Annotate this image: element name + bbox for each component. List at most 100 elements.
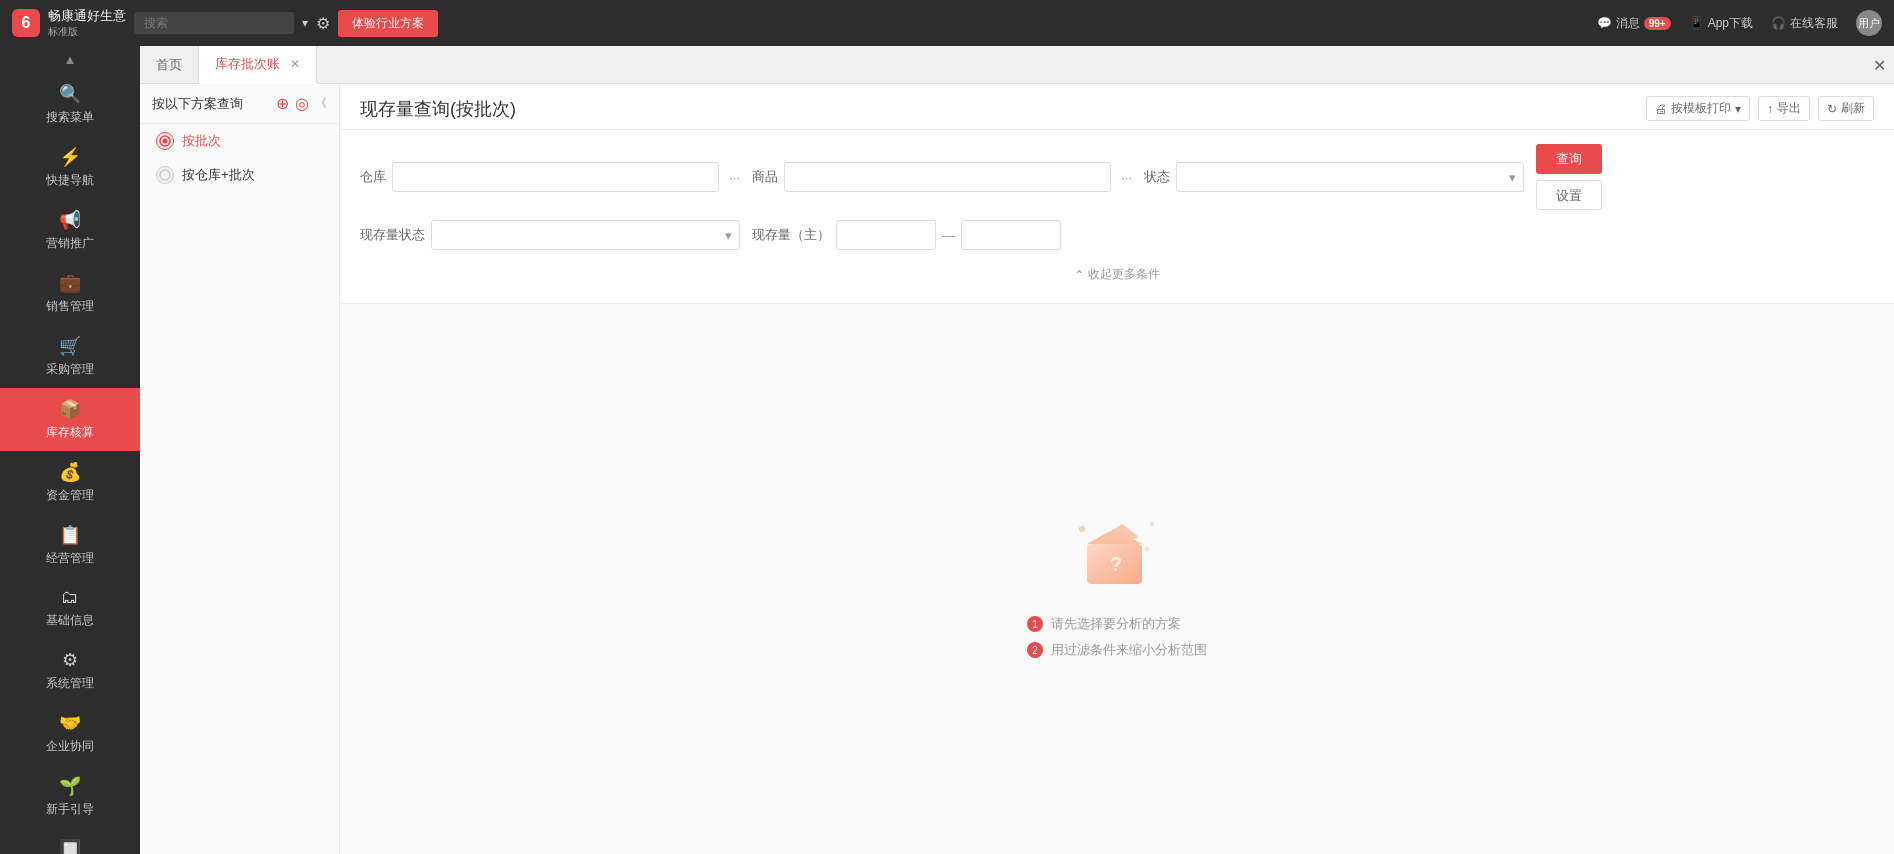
avatar: 用户 [1856, 10, 1882, 36]
refresh-icon: ↻ [1827, 102, 1837, 116]
search-menu-icon: 🔍 [59, 83, 81, 105]
sidebar-item-collab[interactable]: 🤝 企业协同 [0, 702, 140, 765]
print-btn[interactable]: 🖨 按模板打印 ▾ [1646, 96, 1750, 121]
query-btn[interactable]: 查询 [1536, 144, 1602, 174]
search-dropdown-icon[interactable]: ▾ [302, 16, 308, 30]
stock-qty-to[interactable] [961, 220, 1061, 250]
grid-icon: 🔲 [59, 838, 81, 854]
sidebar-item-finance[interactable]: 💰 资金管理 [0, 451, 140, 514]
status-select[interactable]: 启用 停用 [1176, 162, 1524, 192]
product-input[interactable] [784, 162, 1111, 192]
sidebar-item-purchase[interactable]: 🛒 采购管理 [0, 325, 140, 388]
left-panel-actions: ⊕ ◎ 《 [276, 94, 327, 113]
plan-icon-inactive [156, 166, 174, 184]
user-avatar-btn[interactable]: 用户 [1856, 10, 1882, 36]
experience-btn[interactable]: 体验行业方案 [338, 10, 438, 37]
online-service-btn[interactable]: 🎧 在线客服 [1771, 15, 1838, 32]
warehouse-filter: 仓库 ··· [360, 162, 740, 192]
main-layout: ▲ 🔍 搜索菜单 ⚡ 快捷导航 📢 营销推广 💼 销售管理 🛒 采购管理 📦 库… [0, 46, 1894, 854]
filter-row-2: 现存量状态 现存量（主） — [360, 220, 1874, 250]
svg-point-2 [160, 170, 170, 180]
cart-icon: 🛒 [59, 335, 81, 357]
product-more-icon[interactable]: ··· [1121, 170, 1132, 185]
collapse-filter-btn[interactable]: ⌃ 收起更多条件 [360, 260, 1874, 289]
export-btn[interactable]: ↑ 导出 [1758, 96, 1810, 121]
warehouse-input[interactable] [392, 162, 719, 192]
message-btn[interactable]: 💬 消息 99+ [1597, 15, 1671, 32]
product-filter: 商品 ··· [752, 162, 1132, 192]
empty-tip-1: 1 请先选择要分析的方案 [1027, 615, 1207, 633]
page-title: 现存量查询(按批次) [360, 97, 516, 121]
sidebar-item-sales[interactable]: 💼 销售管理 [0, 262, 140, 325]
stock-status-filter: 现存量状态 [360, 220, 740, 250]
top-bar-right: 💬 消息 99+ 📱 App下载 🎧 在线客服 用户 [1597, 10, 1882, 36]
right-main: 现存量查询(按批次) 🖨 按模板打印 ▾ ↑ 导出 ↻ [340, 84, 1894, 854]
gear-icon: ⚙ [62, 649, 78, 671]
empty-illustration: ? [1067, 499, 1167, 599]
content-area: 首页 库存批次账 ✕ ✕ 按以下方案查询 ⊕ ◎ 《 [140, 46, 1894, 854]
sidebar-item-search[interactable]: 🔍 搜索菜单 [0, 73, 140, 136]
sidebar-item-inventory[interactable]: 📦 库存核算 [0, 388, 140, 451]
status-filter: 状态 启用 停用 [1144, 162, 1524, 192]
plan-item-batch[interactable]: 按批次 [140, 124, 339, 158]
chevron-up-icon: ⌃ [1074, 268, 1084, 282]
refresh-btn[interactable]: ↻ 刷新 [1818, 96, 1874, 121]
collapse-panel-icon[interactable]: 《 [315, 95, 327, 112]
money-icon: 💰 [59, 461, 81, 483]
sidebar: ▲ 🔍 搜索菜单 ⚡ 快捷导航 📢 营销推广 💼 销售管理 🛒 采购管理 📦 库… [0, 46, 140, 854]
megaphone-icon: 📢 [59, 209, 81, 231]
settings-icon[interactable]: ⚙ [316, 14, 330, 33]
sidebar-item-apps[interactable]: 🔲 应用中心 [0, 828, 140, 854]
header-actions: 🖨 按模板打印 ▾ ↑ 导出 ↻ 刷新 [1646, 96, 1874, 121]
action-buttons: 查询 设置 [1536, 144, 1602, 210]
search-input[interactable] [134, 12, 294, 34]
sidebar-item-operations[interactable]: 📋 经营管理 [0, 514, 140, 577]
results-area: ? 1 请先选择要分析的方案 2 [340, 304, 1894, 854]
sidebar-scroll-up[interactable]: ▲ [0, 46, 140, 73]
sidebar-item-system[interactable]: ⚙ 系统管理 [0, 639, 140, 702]
svg-point-9 [1145, 547, 1150, 552]
sidebar-item-quick[interactable]: ⚡ 快捷导航 [0, 136, 140, 199]
tab-batch[interactable]: 库存批次账 ✕ [199, 46, 317, 84]
stock-qty-from[interactable] [836, 220, 936, 250]
page-content: 按以下方案查询 ⊕ ◎ 《 按批次 [140, 84, 1894, 854]
stock-status-select-wrap [431, 220, 740, 250]
page-header: 现存量查询(按批次) 🖨 按模板打印 ▾ ↑ 导出 ↻ [340, 84, 1894, 130]
empty-tip-2: 2 用过滤条件来缩小分析范围 [1027, 641, 1207, 659]
lightning-icon: ⚡ [59, 146, 81, 168]
plan-icon-active [156, 132, 174, 150]
tab-area-close-icon[interactable]: ✕ [1873, 55, 1886, 74]
svg-point-8 [1150, 522, 1154, 526]
left-panel: 按以下方案查询 ⊕ ◎ 《 按批次 [140, 84, 340, 854]
seedling-icon: 🌱 [59, 775, 81, 797]
filter-area: 仓库 ··· 商品 ··· 状态 [340, 130, 1894, 304]
clipboard-icon: 📋 [59, 524, 81, 546]
app-download-btn[interactable]: 📱 App下载 [1689, 15, 1753, 32]
empty-state: ? 1 请先选择要分析的方案 2 [1027, 499, 1207, 659]
config-plan-icon[interactable]: ◎ [295, 94, 309, 113]
filter-row-1: 仓库 ··· 商品 ··· 状态 [360, 144, 1874, 210]
message-icon: 💬 [1597, 16, 1612, 30]
print-dropdown-icon: ▾ [1735, 102, 1741, 116]
svg-point-1 [163, 139, 168, 144]
set-btn[interactable]: 设置 [1536, 180, 1602, 210]
warehouse-more-icon[interactable]: ··· [729, 170, 740, 185]
add-plan-icon[interactable]: ⊕ [276, 94, 289, 113]
stock-status-select[interactable] [431, 220, 740, 250]
stock-qty-range: — [836, 220, 1061, 250]
app-brand: 畅康通好生意 标准版 [48, 7, 126, 39]
plan-item-warehouse-batch[interactable]: 按仓库+批次 [140, 158, 339, 192]
sidebar-item-basic[interactable]: 🗂 基础信息 [0, 577, 140, 639]
print-icon: 🖨 [1655, 102, 1667, 116]
stock-qty-filter: 现存量（主） — [752, 220, 1132, 250]
left-panel-header: 按以下方案查询 ⊕ ◎ 《 [140, 84, 339, 124]
tab-home[interactable]: 首页 [140, 46, 199, 84]
briefcase-icon: 💼 [59, 272, 81, 294]
export-icon: ↑ [1767, 102, 1773, 116]
top-bar: 6 畅康通好生意 标准版 ▾ ⚙ 体验行业方案 💬 消息 99+ 📱 App下载… [0, 0, 1894, 46]
sidebar-item-newbie[interactable]: 🌱 新手引导 [0, 765, 140, 828]
sidebar-item-marketing[interactable]: 📢 营销推广 [0, 199, 140, 262]
tab-close-batch[interactable]: ✕ [290, 57, 300, 71]
tip-num-1: 1 [1027, 616, 1043, 632]
phone-icon: 📱 [1689, 16, 1704, 30]
